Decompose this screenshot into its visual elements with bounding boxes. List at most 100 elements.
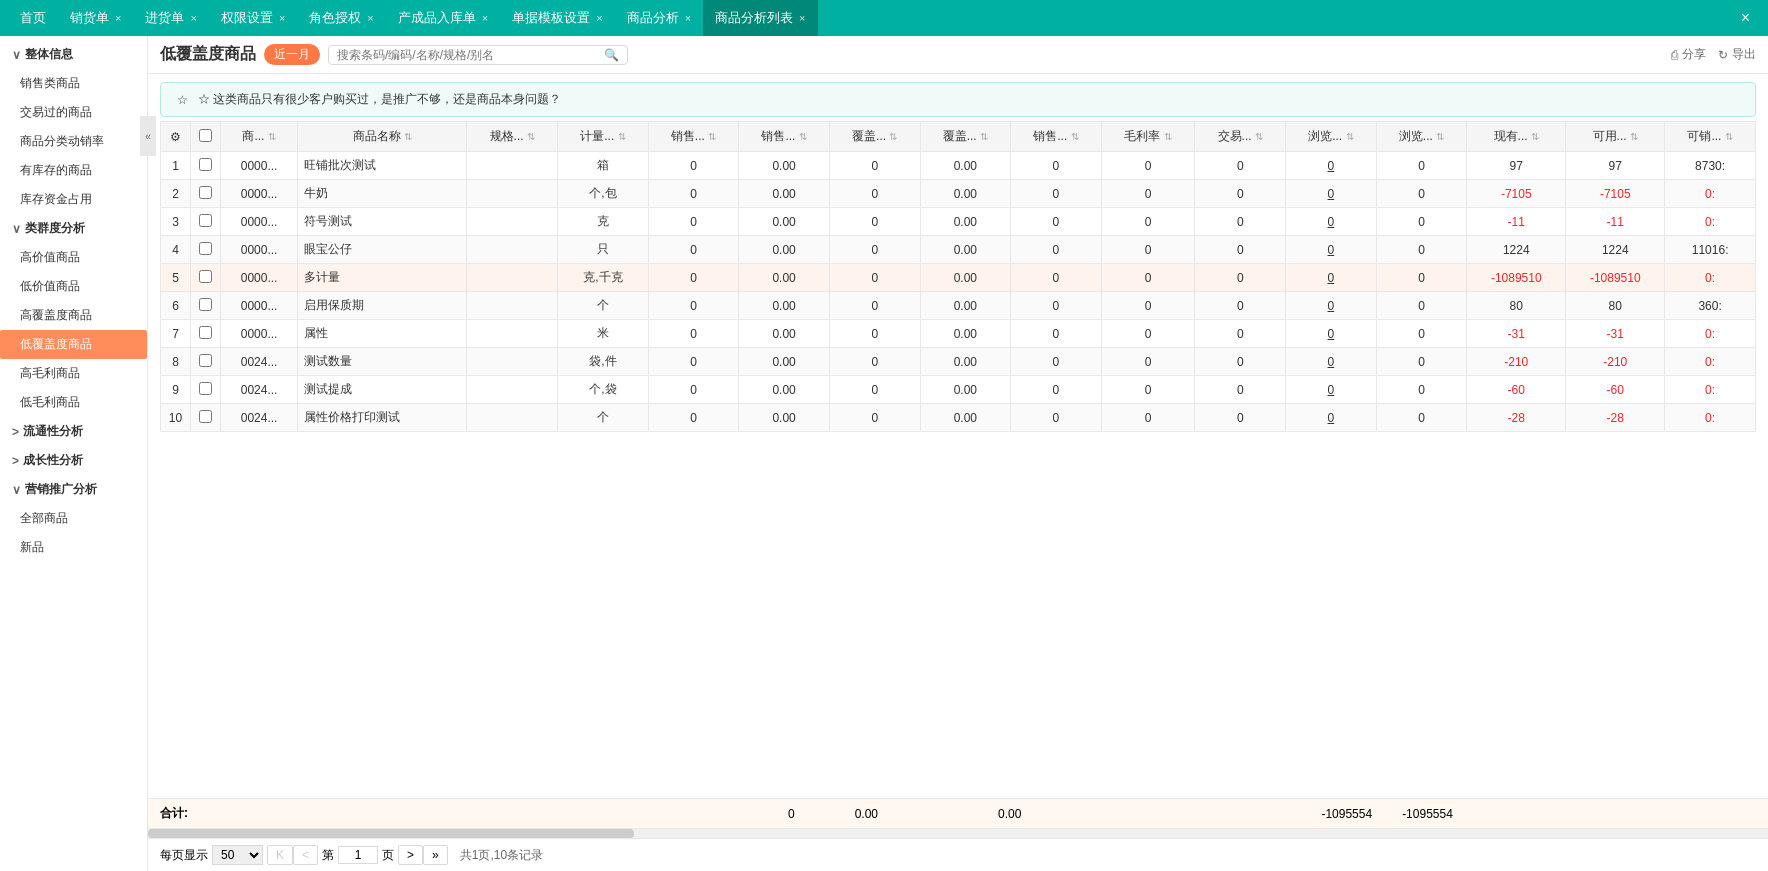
row-check[interactable] — [191, 320, 221, 348]
row-checkbox[interactable] — [199, 298, 212, 311]
period-button[interactable]: 近一月 — [264, 44, 320, 65]
nav-close-analysis-list[interactable]: × — [799, 12, 805, 24]
table-header-unit[interactable]: 计量... ⇅ — [558, 122, 649, 152]
sidebar-item-all-products[interactable]: 全部商品 — [0, 504, 147, 533]
row-browse1[interactable]: 0 — [1286, 320, 1377, 348]
row-checkbox[interactable] — [199, 214, 212, 227]
sidebar-item-new-products[interactable]: 新品 — [0, 533, 147, 562]
sidebar-item-capital[interactable]: 库存资金占用 — [0, 185, 147, 214]
sidebar-item-category-rate[interactable]: 商品分类动销率 — [0, 127, 147, 156]
nav-product-analysis[interactable]: 商品分析 × — [615, 0, 703, 36]
table-header-gross-margin[interactable]: 毛利率 ⇅ — [1101, 122, 1195, 152]
nav-purchase-order[interactable]: 进货单 × — [133, 0, 208, 36]
search-icon[interactable]: 🔍 — [604, 48, 619, 62]
table-header-sales3[interactable]: 销售... ⇅ — [1011, 122, 1102, 152]
nav-close-permission[interactable]: × — [279, 12, 285, 24]
row-browse1[interactable]: 0 — [1286, 152, 1377, 180]
row-check[interactable] — [191, 376, 221, 404]
sidebar-group-liquidity[interactable]: > 流通性分析 — [0, 417, 147, 446]
row-checkbox[interactable] — [199, 158, 212, 171]
row-checkbox[interactable] — [199, 186, 212, 199]
sidebar-item-low-coverage[interactable]: 低覆盖度商品 — [0, 330, 147, 359]
row-browse1[interactable]: 0 — [1286, 180, 1377, 208]
table-header-sales-qty[interactable]: 销售... ⇅ — [648, 122, 739, 152]
row-checkbox[interactable] — [199, 326, 212, 339]
nav-close-production[interactable]: × — [482, 12, 488, 24]
row-check[interactable] — [191, 264, 221, 292]
table-header-coverage1[interactable]: 覆盖... ⇅ — [829, 122, 920, 152]
next-page-button[interactable]: > — [398, 845, 423, 865]
last-page-button[interactable]: » — [423, 845, 448, 865]
sidebar-item-low-margin[interactable]: 低毛利商品 — [0, 388, 147, 417]
prev-page-button[interactable]: < — [293, 845, 318, 865]
row-browse1[interactable]: 0 — [1286, 376, 1377, 404]
table-header-name[interactable]: 商品名称 ⇅ — [298, 122, 467, 152]
search-input[interactable] — [337, 48, 600, 62]
row-check[interactable] — [191, 152, 221, 180]
row-browse1[interactable]: 0 — [1286, 264, 1377, 292]
share-button[interactable]: ⎙ 分享 — [1671, 46, 1706, 63]
row-checkbox[interactable] — [199, 410, 212, 423]
table-header-available[interactable]: 可用... ⇅ — [1566, 122, 1665, 152]
row-check[interactable] — [191, 208, 221, 236]
sidebar-item-low-value[interactable]: 低价值商品 — [0, 272, 147, 301]
row-checkbox[interactable] — [199, 382, 212, 395]
per-page-select[interactable]: 20 50 100 — [212, 845, 263, 865]
select-all-checkbox[interactable] — [199, 129, 212, 142]
page-number-input[interactable] — [338, 846, 378, 864]
nav-production-inbound[interactable]: 产成品入库单 × — [386, 0, 500, 36]
row-browse1[interactable]: 0 — [1286, 404, 1377, 432]
table-header-current-stock[interactable]: 现有... ⇅ — [1467, 122, 1566, 152]
row-checkbox[interactable] — [199, 242, 212, 255]
table-header-sales-amt[interactable]: 销售... ⇅ — [739, 122, 830, 152]
table-header-transaction[interactable]: 交易... ⇅ — [1195, 122, 1286, 152]
table-header-coverage2[interactable]: 覆盖... ⇅ — [920, 122, 1011, 152]
row-browse1[interactable]: 0 — [1286, 348, 1377, 376]
export-button[interactable]: ↻ 导出 — [1718, 46, 1756, 63]
row-browse1[interactable]: 0 — [1286, 208, 1377, 236]
row-browse1[interactable]: 0 — [1286, 292, 1377, 320]
nav-sales-order[interactable]: 销货单 × — [58, 0, 133, 36]
row-check[interactable] — [191, 292, 221, 320]
sidebar-collapse-button[interactable]: « — [140, 116, 156, 156]
table-header-code[interactable]: 商... ⇅ — [221, 122, 298, 152]
row-check[interactable] — [191, 236, 221, 264]
sidebar-item-sales-products[interactable]: 销售类商品 — [0, 69, 147, 98]
sidebar-group-overall[interactable]: ∨ 整体信息 — [0, 40, 147, 69]
first-page-button[interactable]: K — [267, 845, 293, 865]
table-header-browse1[interactable]: 浏览... ⇅ — [1286, 122, 1377, 152]
row-check[interactable] — [191, 404, 221, 432]
nav-home[interactable]: 首页 — [8, 0, 58, 36]
sidebar-item-in-stock[interactable]: 有库存的商品 — [0, 156, 147, 185]
sidebar-item-high-margin[interactable]: 高毛利商品 — [0, 359, 147, 388]
row-checkbox[interactable] — [199, 270, 212, 283]
row-checkbox[interactable] — [199, 354, 212, 367]
nav-close-sales[interactable]: × — [115, 12, 121, 24]
table-header-browse2[interactable]: 浏览... ⇅ — [1376, 122, 1467, 152]
table-header-sellable[interactable]: 可销... ⇅ — [1665, 122, 1756, 152]
sidebar-group-growth[interactable]: > 成长性分析 — [0, 446, 147, 475]
page-label-prefix: 第 — [322, 847, 334, 864]
sidebar-item-high-value[interactable]: 高价值商品 — [0, 243, 147, 272]
sidebar-item-traded[interactable]: 交易过的商品 — [0, 98, 147, 127]
sidebar-group-cluster[interactable]: ∨ 类群度分析 — [0, 214, 147, 243]
nav-template-settings[interactable]: 单据模板设置 × — [500, 0, 614, 36]
nav-close-template[interactable]: × — [596, 12, 602, 24]
nav-close-purchase[interactable]: × — [190, 12, 196, 24]
nav-close-role[interactable]: × — [367, 12, 373, 24]
window-close-button[interactable]: × — [1731, 9, 1760, 27]
sidebar-group-marketing[interactable]: ∨ 营销推广分析 — [0, 475, 147, 504]
horizontal-scrollbar[interactable] — [148, 828, 1768, 838]
table-header-gear[interactable]: ⚙ — [161, 122, 191, 152]
row-check[interactable] — [191, 348, 221, 376]
nav-product-analysis-list[interactable]: 商品分析列表 × — [703, 0, 817, 36]
nav-permission-settings[interactable]: 权限设置 × — [209, 0, 297, 36]
row-cov2: 0.00 — [920, 152, 1011, 180]
table-header-spec[interactable]: 规格... ⇅ — [467, 122, 558, 152]
nav-close-analysis[interactable]: × — [685, 12, 691, 24]
sidebar-item-high-coverage[interactable]: 高覆盖度商品 — [0, 301, 147, 330]
row-sales-amt: 0.00 — [739, 404, 830, 432]
row-check[interactable] — [191, 180, 221, 208]
row-browse1[interactable]: 0 — [1286, 236, 1377, 264]
nav-role-auth[interactable]: 角色授权 × — [297, 0, 385, 36]
